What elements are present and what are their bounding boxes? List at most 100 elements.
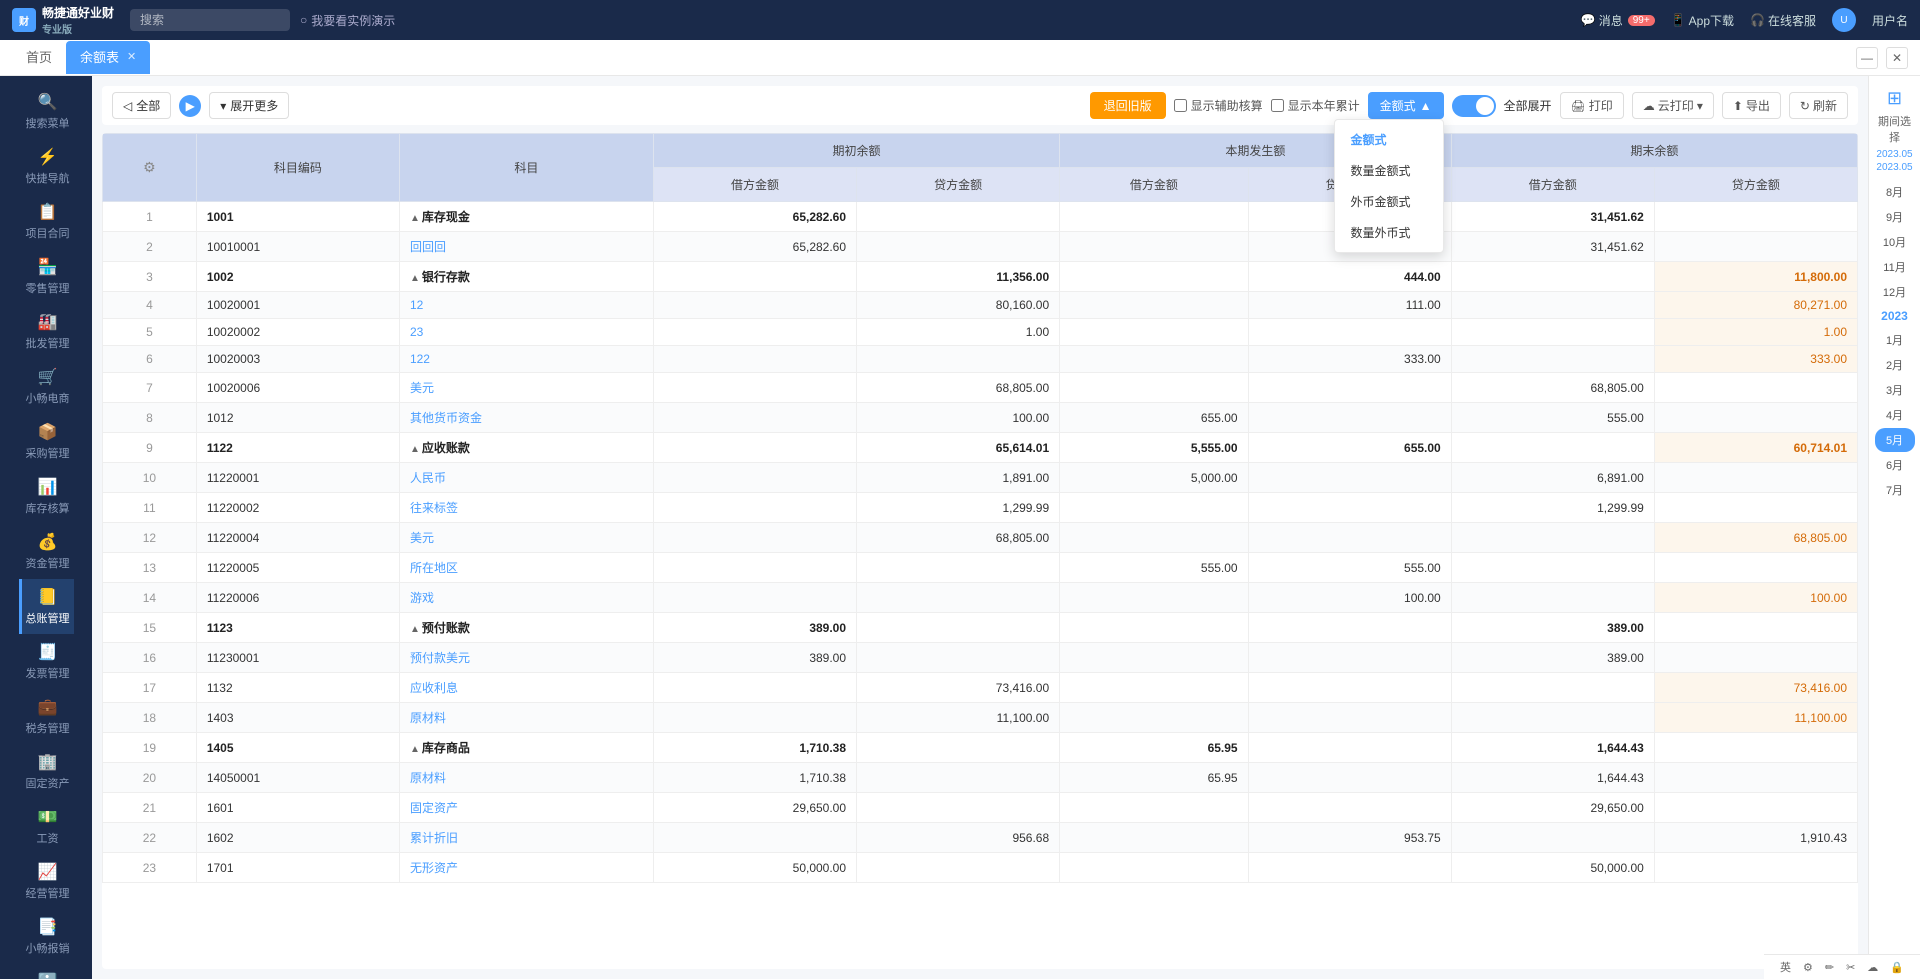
cell-subject[interactable]: ▲应收账款 — [399, 433, 653, 463]
jinee-btn[interactable]: 金额式 ▲ — [1368, 92, 1444, 119]
online-service-btn[interactable]: 🎧 在线客服 — [1750, 12, 1816, 29]
menu-item-waibij[interactable]: 外币金额式 — [1335, 186, 1443, 217]
table-row[interactable]: 6 10020003 122 333.00 333.00 — [103, 346, 1858, 373]
cell-subject[interactable]: 应收利息 — [399, 673, 653, 703]
tab-home[interactable]: 首页 — [12, 41, 66, 74]
sidebar-item-xsales[interactable]: 📑小畅报销 — [19, 909, 74, 964]
tab-balance[interactable]: 余额表 ✕ — [66, 41, 150, 74]
table-row[interactable]: 5 10020002 23 1.00 1.00 — [103, 319, 1858, 346]
message-btn[interactable]: 💬 消息 99+ — [1581, 12, 1655, 29]
period-item-8月[interactable]: 8月 — [1875, 180, 1915, 204]
cell-subject[interactable]: ▲银行存款 — [399, 262, 653, 292]
period-item-2月[interactable]: 2月 — [1875, 353, 1915, 377]
refresh-btn[interactable]: ↻ 刷新 — [1789, 92, 1848, 119]
period-item-3月[interactable]: 3月 — [1875, 378, 1915, 402]
cell-subject[interactable]: 23 — [399, 319, 653, 346]
cell-subject[interactable]: 美元 — [399, 373, 653, 403]
sidebar-item-invoice[interactable]: 🧾发票管理 — [19, 634, 74, 689]
cell-subject[interactable]: 人民币 — [399, 463, 653, 493]
table-row[interactable]: 12 11220004 美元 68,805.00 68,805.00 — [103, 523, 1858, 553]
cell-subject[interactable]: 美元 — [399, 523, 653, 553]
top-search-input[interactable] — [130, 9, 290, 31]
cloud-print-btn[interactable]: ☁ 云打印 ▾ — [1632, 92, 1714, 119]
sidebar-item-tax[interactable]: 💼税务管理 — [19, 689, 74, 744]
cell-subject[interactable]: 无形资产 — [399, 853, 653, 883]
period-item-4月[interactable]: 4月 — [1875, 403, 1915, 427]
table-row[interactable]: 21 1601 固定资产 29,650.00 29,650.00 — [103, 793, 1858, 823]
table-row[interactable]: 1 1001 ▲库存现金 65,282.60 33,830.98 31,451.… — [103, 202, 1858, 232]
table-row[interactable]: 10 11220001 人民币 1,891.00 5,000.00 6,891.… — [103, 463, 1858, 493]
sidebar-item-business[interactable]: 📈经营管理 — [19, 854, 74, 909]
cell-subject[interactable]: 原材料 — [399, 763, 653, 793]
cell-subject[interactable]: ▲库存商品 — [399, 733, 653, 763]
sidebar-item-assets[interactable]: 🏢固定资产 — [19, 744, 74, 799]
sidebar-item-project[interactable]: 📋项目合同 — [19, 194, 74, 249]
table-row[interactable]: 23 1701 无形资产 50,000.00 50,000.00 — [103, 853, 1858, 883]
cell-subject[interactable]: ▲预付账款 — [399, 613, 653, 643]
cell-subject[interactable]: 固定资产 — [399, 793, 653, 823]
cell-subject[interactable]: 游戏 — [399, 583, 653, 613]
period-item-5月[interactable]: 5月 — [1875, 428, 1915, 452]
menu-item-shuliangj[interactable]: 数量金额式 — [1335, 155, 1443, 186]
avatar[interactable]: U — [1832, 8, 1856, 32]
table-row[interactable]: 22 1602 累计折旧 956.68 953.75 1,910.43 — [103, 823, 1858, 853]
cell-subject[interactable]: 12 — [399, 292, 653, 319]
goback-btn[interactable]: 退回旧版 — [1090, 92, 1166, 119]
table-row[interactable]: 17 1132 应收利息 73,416.00 73,416.00 — [103, 673, 1858, 703]
sidebar-item-retail[interactable]: 🏪零售管理 — [19, 249, 74, 304]
cell-subject[interactable]: 往来标签 — [399, 493, 653, 523]
period-item-2023[interactable]: 2023 — [1875, 305, 1915, 327]
table-row[interactable]: 11 11220002 往来标签 1,299.99 1,299.99 — [103, 493, 1858, 523]
cell-subject[interactable]: 所在地区 — [399, 553, 653, 583]
sidebar-item-wholesale[interactable]: 🏭批发管理 — [19, 304, 74, 359]
menu-item-jine[interactable]: 金额式 — [1335, 124, 1443, 155]
demo-link[interactable]: ○ 我要看实例演示 — [300, 12, 395, 29]
table-row[interactable]: 2 10010001 回回回 65,282.60 33,830.98 31,45… — [103, 232, 1858, 262]
table-row[interactable]: 16 11230001 预付款美元 389.00 389.00 — [103, 643, 1858, 673]
period-item-9月[interactable]: 9月 — [1875, 205, 1915, 229]
table-row[interactable]: 13 11220005 所在地区 555.00 555.00 — [103, 553, 1858, 583]
period-item-12月[interactable]: 12月 — [1875, 280, 1915, 304]
cell-subject[interactable]: 累计折旧 — [399, 823, 653, 853]
cell-subject[interactable]: 回回回 — [399, 232, 653, 262]
tab-close-icon[interactable]: ✕ — [127, 50, 136, 63]
show-assist-checkbox[interactable]: 显示辅助核算 — [1174, 97, 1263, 114]
print-btn[interactable]: 🖨 打印 — [1560, 92, 1624, 119]
export-btn[interactable]: ⬆ 导出 — [1722, 92, 1781, 119]
table-row[interactable]: 9 1122 ▲应收账款 65,614.01 5,555.00 655.00 6… — [103, 433, 1858, 463]
table-row[interactable]: 3 1002 ▲银行存款 11,356.00 444.00 11,800.00 — [103, 262, 1858, 292]
sidebar-item-purchase[interactable]: 📦采购管理 — [19, 414, 74, 469]
menu-item-shulwaibi[interactable]: 数量外币式 — [1335, 217, 1443, 248]
period-item-10月[interactable]: 10月 — [1875, 230, 1915, 254]
table-row[interactable]: 20 14050001 原材料 1,710.38 65.95 1,644.43 — [103, 763, 1858, 793]
cell-subject[interactable]: 122 — [399, 346, 653, 373]
period-item-6月[interactable]: 6月 — [1875, 453, 1915, 477]
cell-subject[interactable]: 其他货币资金 — [399, 403, 653, 433]
expand-toggle[interactable] — [1452, 95, 1496, 117]
tab-minimize-btn[interactable]: — — [1856, 47, 1878, 69]
bottom-cloud-icon[interactable]: ☁ — [1867, 961, 1878, 974]
nav-next-btn[interactable]: ▶ — [179, 95, 201, 117]
sidebar-item-ecommerce[interactable]: 🛒小畅电商 — [19, 359, 74, 414]
tab-close-all-btn[interactable]: ✕ — [1886, 47, 1908, 69]
table-row[interactable]: 4 10020001 12 80,160.00 111.00 80,271.00 — [103, 292, 1858, 319]
table-row[interactable]: 7 10020006 美元 68,805.00 68,805.00 — [103, 373, 1858, 403]
bottom-settings-icon[interactable]: ⚙ — [1803, 961, 1813, 974]
bottom-edit-icon[interactable]: ✏ — [1825, 961, 1834, 974]
show-ytd-checkbox[interactable]: 显示本年累计 — [1271, 97, 1360, 114]
table-row[interactable]: 19 1405 ▲库存商品 1,710.38 65.95 1,644.43 — [103, 733, 1858, 763]
period-item-7月[interactable]: 7月 — [1875, 478, 1915, 502]
bottom-cut-icon[interactable]: ✂ — [1846, 961, 1855, 974]
expand-btn[interactable]: ▾ 展开更多 — [209, 92, 289, 119]
sidebar-item-quicknav[interactable]: ⚡快捷导航 — [19, 139, 74, 194]
all-button[interactable]: ◁ 全部 — [112, 92, 171, 119]
bottom-lang[interactable]: 英 — [1780, 959, 1791, 975]
sidebar-item-basic[interactable]: ℹ️基础信息 — [19, 964, 74, 979]
cell-subject[interactable]: 预付款美元 — [399, 643, 653, 673]
cell-subject[interactable]: 原材料 — [399, 703, 653, 733]
table-row[interactable]: 18 1403 原材料 11,100.00 11,100.00 — [103, 703, 1858, 733]
sidebar-item-general[interactable]: 📒总账管理 — [19, 579, 74, 634]
cell-subject[interactable]: ▲库存现金 — [399, 202, 653, 232]
right-panel-expand[interactable]: ⊞ — [1887, 88, 1902, 109]
sidebar-item-search[interactable]: 🔍搜索菜单 — [19, 84, 74, 139]
